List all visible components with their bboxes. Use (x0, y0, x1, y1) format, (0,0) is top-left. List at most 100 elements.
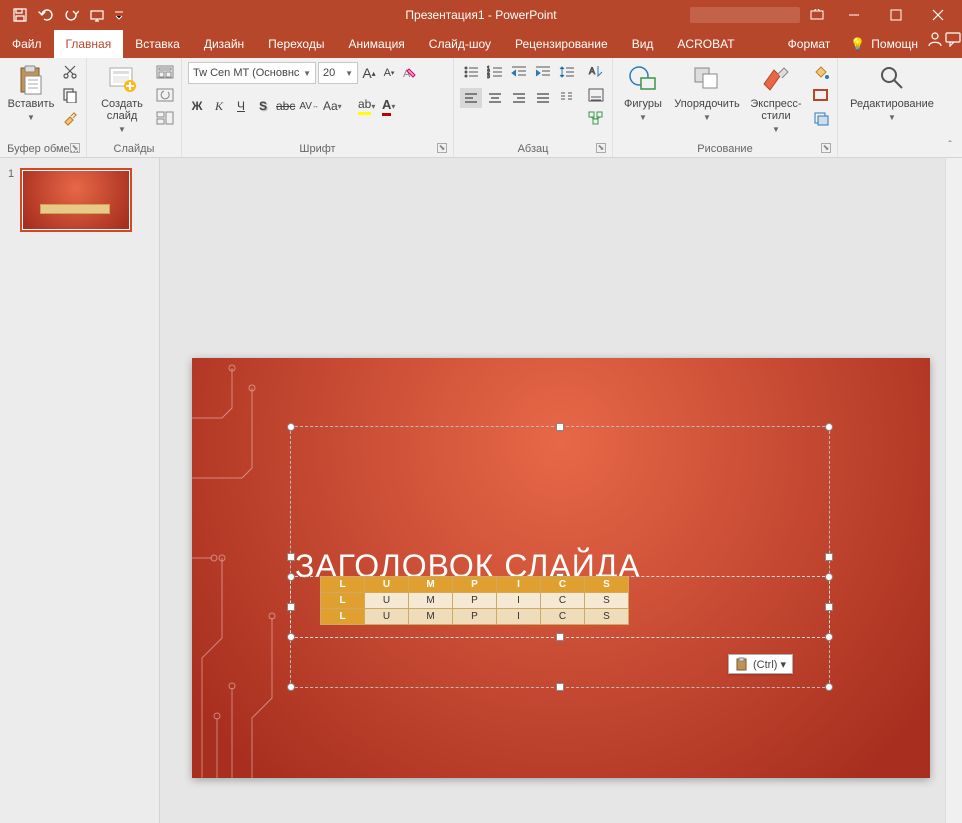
columns-button[interactable] (556, 88, 578, 108)
line-spacing-button[interactable] (556, 62, 578, 82)
tab-view[interactable]: Вид (620, 30, 666, 58)
character-spacing-button[interactable]: AV↔ (299, 96, 319, 116)
collapse-ribbon-button[interactable]: ˆ (942, 137, 958, 153)
increase-indent-button[interactable] (532, 62, 554, 82)
tell-me-input[interactable]: Помощн (871, 37, 918, 51)
table-row: LUMPICS (321, 577, 629, 593)
section-button[interactable] (155, 108, 175, 128)
strikethrough-button[interactable]: abc (276, 96, 295, 116)
paste-button[interactable]: Вставить ▼ (6, 62, 56, 124)
window-title: Презентация1 - PowerPoint (405, 8, 556, 22)
group-paragraph: 123 A Абзац⬊ (454, 58, 613, 157)
tab-insert[interactable]: Вставка (123, 30, 192, 58)
shape-fill-button[interactable] (811, 62, 831, 82)
close-button[interactable] (918, 1, 958, 29)
tab-review[interactable]: Рецензирование (503, 30, 620, 58)
quick-access-toolbar (0, 3, 126, 27)
shape-outline-button[interactable] (811, 85, 831, 105)
new-slide-label: Создать слайд (93, 98, 151, 122)
font-name-combo[interactable]: Tw Cen MT (Основнс▼ (188, 62, 316, 84)
shapes-label: Фигуры (624, 98, 662, 110)
placeholder-selection-outer[interactable] (290, 426, 830, 688)
cut-button[interactable] (60, 62, 80, 82)
quick-styles-label: Экспресс-стили (747, 98, 805, 122)
text-shadow-button[interactable]: S (254, 96, 272, 116)
group-drawing: Фигуры▼ Упорядочить▼ Экспресс-стили▼ Рис… (613, 58, 838, 157)
align-right-button[interactable] (508, 88, 530, 108)
shape-effects-button[interactable] (811, 108, 831, 128)
window-controls (690, 1, 962, 29)
tab-design[interactable]: Дизайн (192, 30, 256, 58)
numbering-button[interactable]: 123 (484, 62, 506, 82)
dialog-launcher-icon[interactable]: ⬊ (70, 143, 80, 153)
tab-animation[interactable]: Анимация (336, 30, 416, 58)
tab-home[interactable]: Главная (54, 30, 124, 58)
pasted-table[interactable]: LUMPICS LUMPICS LUMPICS (320, 576, 629, 625)
redo-button[interactable] (60, 3, 84, 27)
font-color-button[interactable]: A▾ (380, 96, 398, 116)
align-center-button[interactable] (484, 88, 506, 108)
font-size-combo[interactable]: 20▼ (318, 62, 358, 84)
group-slides-label: Слайды (93, 141, 175, 155)
thumbnail-number: 1 (8, 168, 14, 232)
comments-icon[interactable] (944, 30, 962, 48)
undo-button[interactable] (34, 3, 58, 27)
ribbon-tabs: Файл Главная Вставка Дизайн Переходы Ани… (0, 30, 962, 58)
align-text-button[interactable] (586, 85, 606, 105)
tab-transitions[interactable]: Переходы (256, 30, 336, 58)
slide-editor[interactable]: ЗАГОЛОВОК СЛАЙДА (160, 158, 962, 823)
italic-button[interactable]: К (210, 96, 228, 116)
group-paragraph-label: Абзац⬊ (460, 141, 606, 155)
underline-button[interactable]: Ч (232, 96, 250, 116)
dialog-launcher-icon[interactable]: ⬊ (437, 143, 447, 153)
highlight-button[interactable]: ab▾ (358, 96, 376, 116)
paste-options-button[interactable]: (Ctrl) ▾ (728, 654, 793, 674)
sign-in-icon[interactable] (926, 30, 944, 48)
minimize-button[interactable] (834, 1, 874, 29)
change-case-button[interactable]: Aa▾ (323, 96, 342, 116)
clear-formatting-button[interactable]: A (400, 63, 418, 83)
format-painter-button[interactable] (60, 108, 80, 128)
start-from-beginning-button[interactable] (86, 3, 110, 27)
bold-button[interactable]: Ж (188, 96, 206, 116)
ribbon-display-options-button[interactable] (802, 1, 832, 29)
layout-button[interactable] (155, 62, 175, 82)
text-direction-button[interactable]: A (586, 62, 606, 82)
group-font-label: Шрифт⬊ (188, 141, 447, 155)
slide-canvas[interactable]: ЗАГОЛОВОК СЛАЙДА (192, 358, 930, 778)
save-button[interactable] (8, 3, 32, 27)
shapes-button[interactable]: Фигуры▼ (619, 62, 667, 124)
vertical-scrollbar[interactable] (945, 158, 962, 823)
lightbulb-icon: 💡 (850, 37, 865, 51)
smartart-button[interactable] (586, 108, 606, 128)
tab-format[interactable]: Формат (776, 30, 843, 58)
reset-button[interactable] (155, 85, 175, 105)
group-editing: Редактирование▼ (838, 58, 946, 157)
new-slide-button[interactable]: Создать слайд ▼ (93, 62, 151, 136)
svg-text:A: A (589, 66, 595, 76)
decrease-indent-button[interactable] (508, 62, 530, 82)
workspace: 1 ЗАГОЛОВОК СЛАЙДА (0, 158, 962, 823)
maximize-button[interactable] (876, 1, 916, 29)
tab-acrobat[interactable]: ACROBAT (665, 30, 746, 58)
title-bar: Презентация1 - PowerPoint (0, 0, 962, 30)
slide-thumbnail-1[interactable] (20, 168, 132, 232)
arrange-button[interactable]: Упорядочить▼ (671, 62, 743, 124)
dialog-launcher-icon[interactable]: ⬊ (821, 143, 831, 153)
quick-styles-button[interactable]: Экспресс-стили▼ (747, 62, 805, 136)
tab-slideshow[interactable]: Слайд-шоу (417, 30, 503, 58)
grow-font-button[interactable]: A▴ (360, 63, 378, 83)
editing-button[interactable]: Редактирование▼ (844, 62, 940, 124)
shapes-icon (627, 64, 659, 96)
tab-file[interactable]: Файл (0, 30, 54, 58)
align-left-button[interactable] (460, 88, 482, 108)
chevron-down-icon: ▼ (27, 112, 35, 124)
svg-text:3: 3 (487, 74, 490, 79)
paste-options-label: (Ctrl) ▾ (753, 658, 786, 671)
shrink-font-button[interactable]: A▾ (380, 63, 398, 83)
qat-customize-button[interactable] (112, 3, 126, 27)
copy-button[interactable] (60, 85, 80, 105)
dialog-launcher-icon[interactable]: ⬊ (596, 143, 606, 153)
justify-button[interactable] (532, 88, 554, 108)
bullets-button[interactable] (460, 62, 482, 82)
